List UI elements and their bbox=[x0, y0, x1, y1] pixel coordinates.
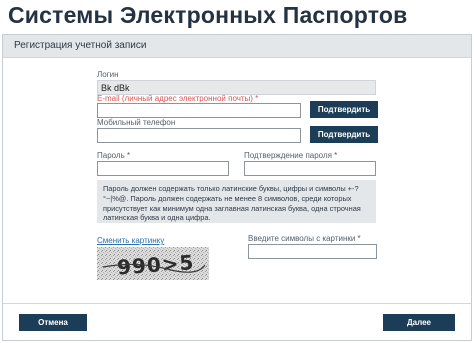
captcha-image: 990>5 bbox=[97, 247, 209, 280]
captcha-input-label: Введите символы с картинки * bbox=[248, 234, 361, 243]
confirm-email-button[interactable]: Подтвердить bbox=[310, 101, 378, 118]
panel-title: Регистрация учетной записи bbox=[14, 40, 147, 51]
phone-field[interactable] bbox=[97, 128, 301, 143]
next-button[interactable]: Далее bbox=[383, 314, 455, 331]
phone-label: Мобильный телефон bbox=[97, 118, 176, 127]
login-field bbox=[97, 80, 376, 95]
password-label: Пароль * bbox=[97, 151, 131, 160]
email-field[interactable] bbox=[97, 103, 301, 118]
change-captcha-link[interactable]: Сменить картинку bbox=[97, 236, 164, 245]
password-requirements: Пароль должен содержать только латинские… bbox=[97, 180, 376, 223]
captcha-input[interactable] bbox=[248, 244, 377, 259]
confirm-phone-button[interactable]: Подтвердить bbox=[310, 126, 378, 143]
cancel-button[interactable]: Отмена bbox=[19, 314, 87, 331]
password-confirm-label: Подтверждение пароля * bbox=[244, 151, 338, 160]
password-field[interactable] bbox=[97, 161, 229, 176]
email-label: E-mail (личный адрес электронной почты) … bbox=[97, 94, 259, 103]
panel-header: Регистрация учетной записи bbox=[3, 35, 471, 58]
footer-divider bbox=[3, 303, 471, 304]
site-title: Системы Электронных Паспортов bbox=[8, 2, 408, 28]
site-header: Системы Электронных Паспортов bbox=[0, 0, 474, 34]
password-confirm-field[interactable] bbox=[244, 161, 376, 176]
login-label: Логин bbox=[97, 70, 119, 79]
